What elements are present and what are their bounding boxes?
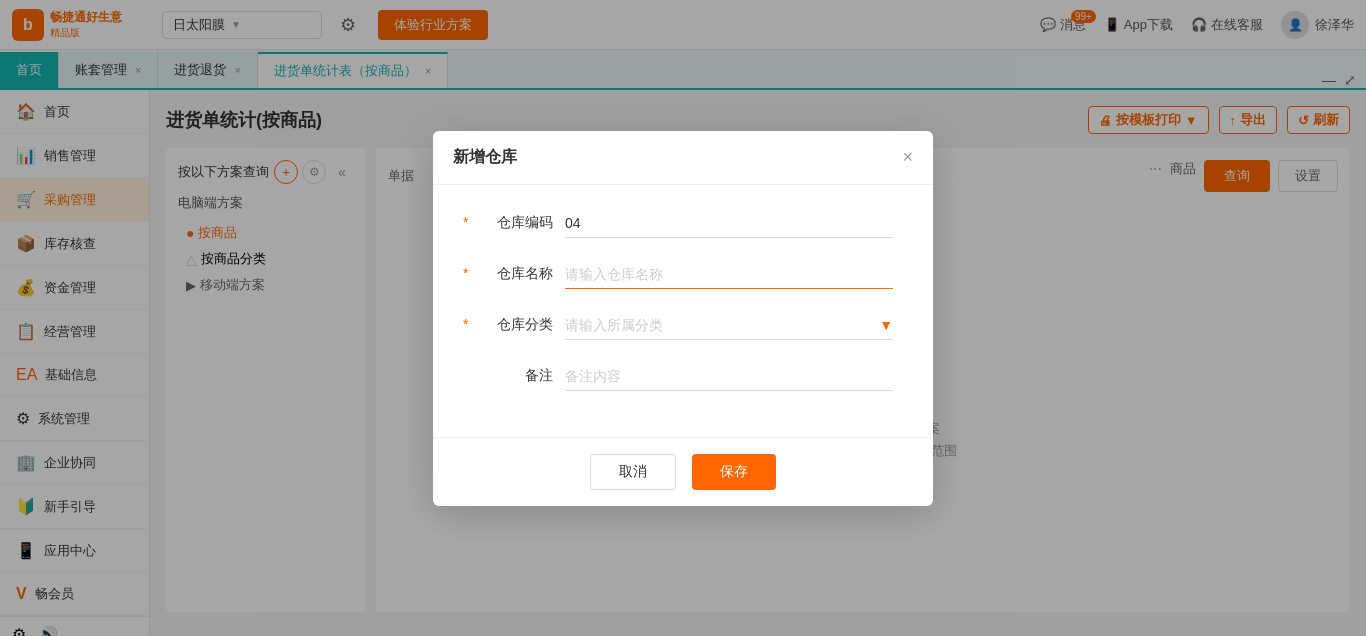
name-input[interactable] (565, 260, 893, 289)
category-select[interactable]: 请输入所属分类 (565, 317, 879, 333)
category-label: 仓库分类 (473, 316, 553, 334)
form-row-category: 仓库分类 请输入所属分类 ▼ (473, 311, 893, 340)
cancel-button[interactable]: 取消 (590, 454, 676, 490)
dialog-close-btn[interactable]: × (902, 148, 913, 166)
dialog-title: 新增仓库 (453, 147, 517, 168)
save-button[interactable]: 保存 (692, 454, 776, 490)
name-label: 仓库名称 (473, 265, 553, 283)
dialog-header: 新增仓库 × (433, 131, 933, 185)
form-row-name: 仓库名称 (473, 260, 893, 289)
form-row-code: 仓库编码 (473, 209, 893, 238)
category-select-wrap: 请输入所属分类 ▼ (565, 311, 893, 340)
form-row-remark: 备注 (473, 362, 893, 391)
category-chevron-icon: ▼ (879, 317, 893, 333)
remark-input[interactable] (565, 362, 893, 391)
add-warehouse-dialog: 新增仓库 × 仓库编码 仓库名称 仓库分类 请输入所属分类 ▼ (433, 131, 933, 506)
dialog-body: 仓库编码 仓库名称 仓库分类 请输入所属分类 ▼ 备注 (433, 185, 933, 437)
modal-overlay: 新增仓库 × 仓库编码 仓库名称 仓库分类 请输入所属分类 ▼ (0, 0, 1366, 636)
dialog-footer: 取消 保存 (433, 437, 933, 506)
remark-label: 备注 (473, 367, 553, 385)
code-input[interactable] (565, 209, 893, 238)
code-label: 仓库编码 (473, 214, 553, 232)
